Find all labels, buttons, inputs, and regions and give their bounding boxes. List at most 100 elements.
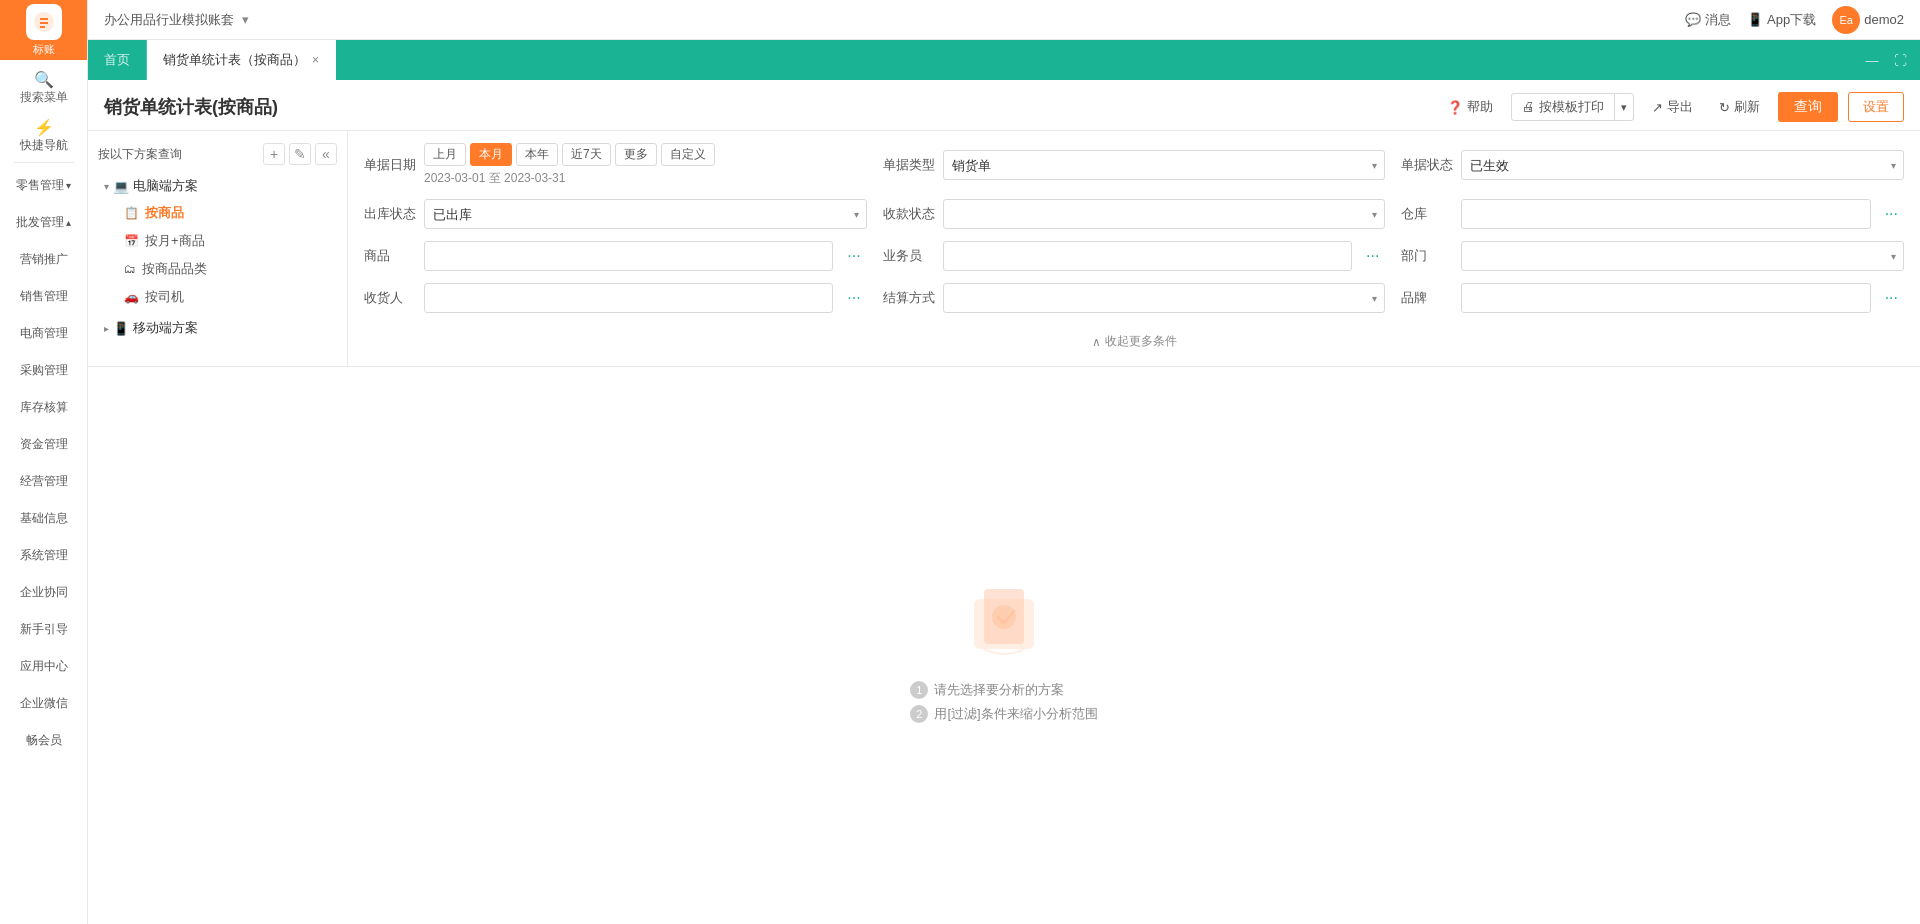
scheme-icon-4: 🚗 <box>124 290 139 304</box>
help-icon: ❓ <box>1447 100 1463 115</box>
add-scheme-btn[interactable]: + <box>263 143 285 165</box>
app-download-btn[interactable]: 📱 App下载 <box>1747 11 1816 29</box>
help-btn[interactable]: ❓ 帮助 <box>1439 94 1501 120</box>
salesman-input[interactable] <box>943 241 1352 271</box>
warehouse-picker-btn[interactable]: ··· <box>1879 205 1904 223</box>
sidebar-item-member[interactable]: 畅会员 <box>0 722 88 759</box>
query-btn[interactable]: 查询 <box>1778 92 1838 122</box>
sidebar-item-guide[interactable]: 新手引导 <box>0 611 88 648</box>
print-dropdown-btn[interactable]: ▾ <box>1615 97 1633 118</box>
tree-group-desktop-header[interactable]: ▾ 💻 电脑端方案 <box>96 173 347 199</box>
sidebar-item-purchase[interactable]: 采购管理 <box>0 352 88 389</box>
sidebar-item-marketing[interactable]: 营销推广 <box>0 241 88 278</box>
brand-picker-btn[interactable]: ··· <box>1879 289 1904 307</box>
export-icon: ↗ <box>1652 100 1663 115</box>
sidebar-item-retail[interactable]: 零售管理 ▾ <box>0 167 88 204</box>
collect-status-select-wrap: ▾ <box>943 199 1386 229</box>
doc-status-select[interactable]: 已生效 <box>1461 150 1904 180</box>
export-btn[interactable]: ↗ 导出 <box>1644 94 1701 120</box>
date-last-month-btn[interactable]: 上月 <box>424 143 466 166</box>
filter-area: 按以下方案查询 + ✎ « <box>88 131 1920 367</box>
salesman-picker-btn[interactable]: ··· <box>1360 247 1385 265</box>
tab-close-icon[interactable]: × <box>312 53 319 67</box>
filter-salesman-field: 业务员 ··· <box>883 241 1386 271</box>
scheme-by-goods[interactable]: 📋 按商品 <box>116 199 347 227</box>
brand-input[interactable] <box>1461 283 1870 313</box>
tab-home[interactable]: 首页 <box>88 40 147 80</box>
edit-scheme-btn[interactable]: ✎ <box>289 143 311 165</box>
scheme-panel-header: 按以下方案查询 + ✎ « <box>88 139 347 173</box>
date-this-month-btn[interactable]: 本月 <box>470 143 512 166</box>
sidebar-item-system[interactable]: 系统管理 <box>0 537 88 574</box>
chevron-down-icon: ▾ <box>66 180 71 191</box>
user-btn[interactable]: Ea demo2 <box>1832 6 1904 34</box>
desktop-icon: 💻 <box>113 179 129 194</box>
sidebar-item-operations[interactable]: 经营管理 <box>0 463 88 500</box>
filter-date-field: 单据日期 上月 本月 本年 近7天 更多 自定义 20 <box>364 143 867 187</box>
tab-sales-stats[interactable]: 销货单统计表（按商品） × <box>147 40 336 80</box>
sidebar-item-sales[interactable]: 销售管理 <box>0 278 88 315</box>
scheme-by-driver[interactable]: 🚗 按司机 <box>116 283 347 311</box>
filter-row-4: 收货人 ··· 结算方式 ▾ <box>364 283 1904 313</box>
sidebar-item-enterprise[interactable]: 企业协同 <box>0 574 88 611</box>
header-right: 💬 消息 📱 App下载 Ea demo2 <box>1685 6 1904 34</box>
refresh-btn[interactable]: ↻ 刷新 <box>1711 94 1768 120</box>
warehouse-input[interactable] <box>1461 199 1870 229</box>
sidebar-item-inventory[interactable]: 库存核算 <box>0 389 88 426</box>
receiver-input[interactable] <box>424 283 833 313</box>
content-area: 销货单统计表(按商品) ❓ 帮助 🖨 按模板打印 ▾ <box>88 80 1920 924</box>
goods-picker-btn[interactable]: ··· <box>841 247 866 265</box>
message-btn[interactable]: 💬 消息 <box>1685 11 1731 29</box>
empty-tips: 1 请先选择要分析的方案 2 用[过滤]条件来缩小分析范围 <box>910 681 1097 723</box>
sidebar-quick-nav[interactable]: ⚡ 快捷导航 <box>0 112 87 158</box>
refresh-icon: ↻ <box>1719 100 1730 115</box>
out-status-select-wrap: 已出库 ▾ <box>424 199 867 229</box>
chevron-down-icon: ▾ <box>104 181 109 192</box>
sidebar-item-wholesale[interactable]: 批发管理 ▴ <box>0 204 88 241</box>
app-logo[interactable]: 标账 <box>0 0 88 60</box>
tab-maximize-btn[interactable]: ⛶ <box>1888 48 1912 72</box>
scheme-by-category[interactable]: 🗂 按商品品类 <box>116 255 347 283</box>
collect-status-select[interactable] <box>943 199 1386 229</box>
scheme-by-month-goods[interactable]: 📅 按月+商品 <box>116 227 347 255</box>
tab-minimize-btn[interactable]: — <box>1860 48 1884 72</box>
collapse-icon: ∧ <box>1092 335 1101 349</box>
filter-dept-field: 部门 ▾ <box>1401 241 1904 271</box>
sidebar-item-wechat[interactable]: 企业微信 <box>0 685 88 722</box>
out-status-select[interactable]: 已出库 <box>424 199 867 229</box>
empty-tip-2: 2 用[过滤]条件来缩小分析范围 <box>910 705 1097 723</box>
print-btn[interactable]: 🖨 按模板打印 <box>1512 94 1615 120</box>
page-title: 销货单统计表(按商品) <box>104 95 278 119</box>
sidebar-item-ecommerce[interactable]: 电商管理 <box>0 315 88 352</box>
industry-dropdown-icon[interactable]: ▾ <box>242 12 249 27</box>
settings-btn[interactable]: 设置 <box>1848 92 1904 122</box>
mobile-icon: 📱 <box>113 321 129 336</box>
filter-goods-field: 商品 ··· <box>364 241 867 271</box>
sidebar-item-finance[interactable]: 资金管理 <box>0 426 88 463</box>
doc-type-select[interactable]: 销货单 <box>943 150 1386 180</box>
sidebar-item-basic-info[interactable]: 基础信息 <box>0 500 88 537</box>
header-left: 办公用品行业模拟账套 ▾ <box>104 11 249 29</box>
filter-out-status-field: 出库状态 已出库 ▾ <box>364 199 867 229</box>
goods-input[interactable] <box>424 241 833 271</box>
sidebar-item-appstore[interactable]: 应用中心 <box>0 648 88 685</box>
dept-select[interactable] <box>1461 241 1904 271</box>
date-custom-btn[interactable]: 自定义 <box>661 143 715 166</box>
tree-group-mobile-header[interactable]: ▸ 📱 移动端方案 <box>96 315 347 341</box>
dept-select-wrap: ▾ <box>1461 241 1904 271</box>
filter-doc-type-field: 单据类型 销货单 ▾ <box>883 150 1386 180</box>
receiver-picker-btn[interactable]: ··· <box>841 289 866 307</box>
date-7days-btn[interactable]: 近7天 <box>562 143 611 166</box>
date-this-year-btn[interactable]: 本年 <box>516 143 558 166</box>
date-more-btn[interactable]: 更多 <box>615 143 657 166</box>
main-panel: 销货单统计表(按商品) ❓ 帮助 🖨 按模板打印 ▾ <box>88 80 1920 924</box>
settle-select[interactable] <box>943 283 1386 313</box>
sidebar-search[interactable]: 🔍 搜索菜单 <box>0 60 87 112</box>
filter-warehouse-field: 仓库 ··· <box>1401 199 1904 229</box>
filter-row-1: 单据日期 上月 本月 本年 近7天 更多 自定义 20 <box>364 143 1904 187</box>
collapse-bar[interactable]: ∧ 收起更多条件 <box>364 325 1904 354</box>
date-group: 上月 本月 本年 近7天 更多 自定义 2023-03-01 至 2023-03… <box>424 143 867 187</box>
maximize-icon: ⛶ <box>1894 53 1907 68</box>
top-header: 办公用品行业模拟账套 ▾ 💬 消息 📱 App下载 Ea demo2 <box>88 0 1920 40</box>
collapse-scheme-btn[interactable]: « <box>315 143 337 165</box>
